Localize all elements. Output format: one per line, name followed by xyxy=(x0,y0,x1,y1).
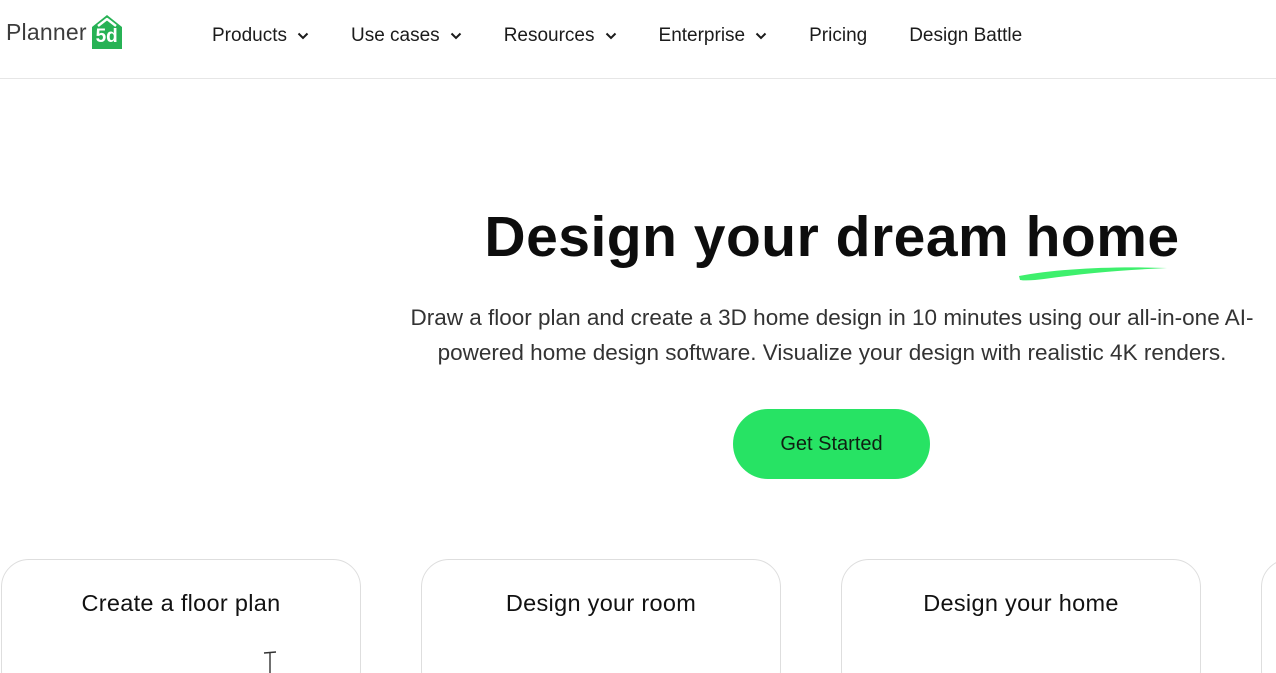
card-create-floor-plan[interactable]: Create a floor plan xyxy=(1,559,361,673)
nav-pricing[interactable]: Pricing xyxy=(809,25,867,47)
chevron-down-icon xyxy=(605,32,616,40)
planner5d-logo[interactable]: Planner 5d xyxy=(6,12,125,52)
logo-text: Planner xyxy=(6,18,87,45)
logo-badge-text: 5d xyxy=(95,26,118,47)
nav-design-battle[interactable]: Design Battle xyxy=(909,25,1022,47)
main-nav: Products Use cases Resources Enterprise … xyxy=(212,22,1064,50)
card-design-your-home[interactable]: Design your home xyxy=(841,559,1201,673)
nav-label: Enterprise xyxy=(658,25,746,46)
hero-title-highlight: home xyxy=(1025,205,1180,269)
card-title: Design your home xyxy=(923,590,1119,616)
chevron-down-icon xyxy=(297,32,309,40)
hero-title-main: Design your dream xyxy=(484,205,1026,269)
nav-label: Resources xyxy=(503,25,595,46)
nav-label: Use cases xyxy=(350,25,440,46)
hero-title: Design your dream home xyxy=(460,204,1204,270)
hero-subtitle: Draw a floor plan and create a 3D home d… xyxy=(410,305,1254,365)
nav-label: Products xyxy=(212,25,287,46)
nav-resources[interactable]: Resources xyxy=(504,25,617,47)
nav-enterprise[interactable]: Enterprise xyxy=(659,25,768,47)
nav-use-cases[interactable]: Use cases xyxy=(351,25,462,47)
card-title: Design your room xyxy=(505,590,697,616)
get-started-button[interactable]: Get Started xyxy=(733,409,930,479)
floor-plan-sketch-illustration xyxy=(263,651,277,673)
logo-house-icon: 5d xyxy=(89,13,125,51)
nav-label: Pricing xyxy=(809,25,868,46)
site-header: Planner 5d Products Use cases Resources … xyxy=(0,0,1276,79)
card-design-your-room[interactable]: Design your room xyxy=(421,559,781,673)
chevron-down-icon xyxy=(450,32,461,40)
nav-products[interactable]: Products xyxy=(212,25,309,47)
chevron-down-icon xyxy=(755,32,767,40)
card-title: Create a floor plan xyxy=(81,590,281,616)
nav-label: Design Battle xyxy=(909,25,1023,46)
card-partial[interactable] xyxy=(1261,559,1276,673)
brush-underline-decoration xyxy=(1019,267,1167,281)
